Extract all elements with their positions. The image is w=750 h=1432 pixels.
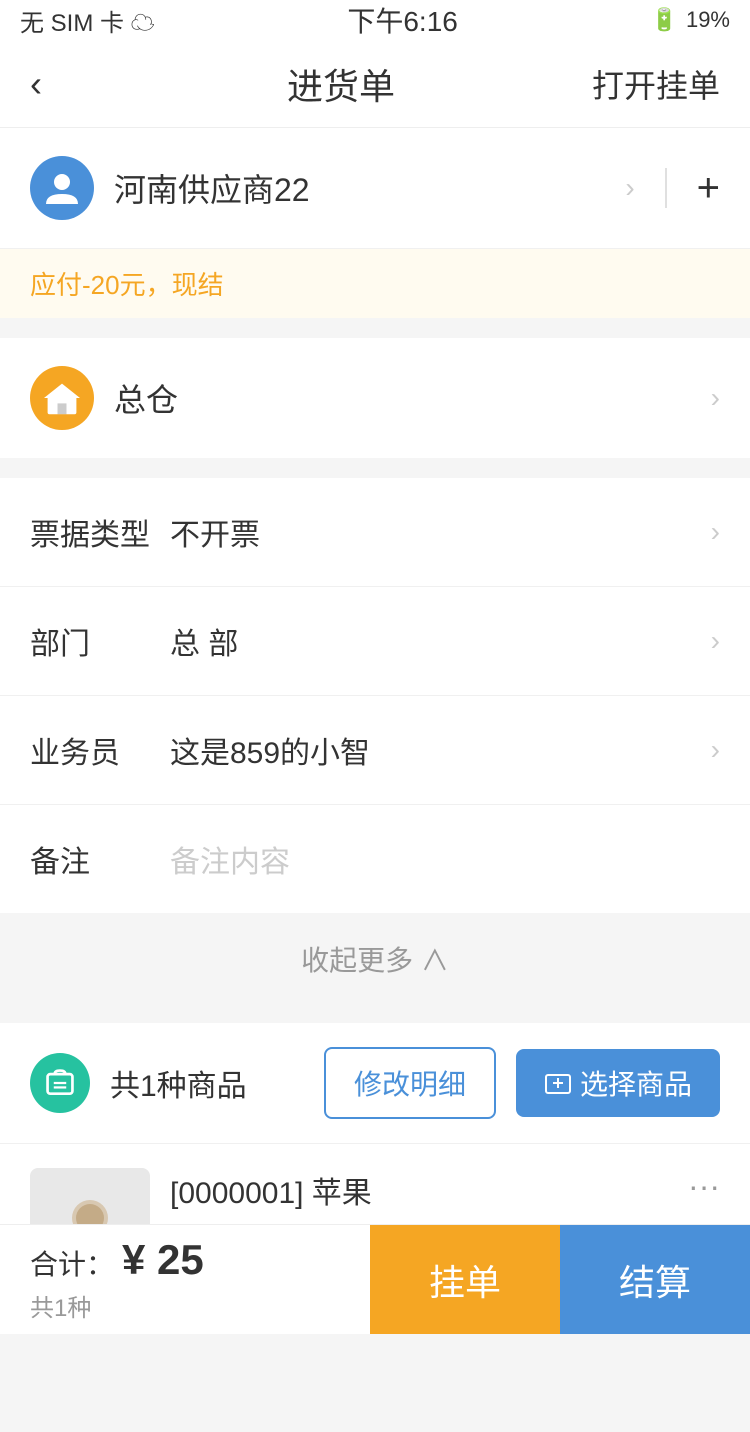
warehouse-arrow-icon: › (711, 382, 720, 414)
remark-row[interactable]: 备注 备注内容 (0, 805, 750, 913)
status-right: 🔋 19% (651, 7, 730, 33)
dept-label: 部门 (30, 619, 170, 663)
total-sub: 共1种 (30, 1288, 340, 1323)
bottom-bar: 合计： ¥ 25 共1种 挂单 结算 (0, 1224, 750, 1334)
dept-value: 总 部 (170, 619, 711, 663)
signal-text: 无 SIM 卡 ☁ (20, 3, 155, 38)
battery-icon: 🔋 (651, 7, 678, 33)
collapse-bar[interactable]: 收起更多 ∧ (0, 915, 750, 1003)
page-title: 进货单 (287, 58, 395, 110)
products-header: 共1种商品 修改明细 选择商品 (0, 1023, 750, 1143)
remark-label: 备注 (30, 837, 170, 881)
select-product-label: 选择商品 (580, 1063, 692, 1103)
sales-arrow-icon: › (711, 734, 720, 766)
add-supplier-button[interactable]: + (697, 166, 720, 211)
products-icon (30, 1053, 90, 1113)
products-count: 共1种商品 (110, 1061, 304, 1105)
sales-label: 业务员 (30, 728, 170, 772)
notice-text: 应付-20元，现结 (30, 270, 224, 300)
dept-arrow-icon: › (711, 625, 720, 657)
total-prefix: 合计： (30, 1243, 114, 1283)
status-bar: 无 SIM 卡 ☁ 下午6:16 🔋 19% (0, 0, 750, 40)
warehouse-icon (30, 366, 94, 430)
supplier-avatar (30, 156, 94, 220)
collapse-text: 收起更多 ∧ (301, 945, 449, 976)
warehouse-row[interactable]: 总仓 › (0, 338, 750, 458)
supplier-arrow-icon: › (625, 172, 634, 204)
invoice-value: 不开票 (170, 510, 711, 554)
total-section: 合计： ¥ 25 共1种 (0, 1225, 370, 1334)
status-left: 无 SIM 卡 ☁ (20, 3, 155, 38)
product-id: [0000001] (170, 1177, 312, 1210)
edit-detail-button[interactable]: 修改明细 (324, 1047, 496, 1119)
supplier-row[interactable]: 河南供应商22 › + (0, 128, 750, 249)
supplier-section: 河南供应商22 › + 应付-20元，现结 (0, 128, 750, 318)
status-time: 下午6:16 (347, 0, 458, 40)
battery-percent: 19% (686, 7, 730, 33)
nav-bar: ‹ 进货单 打开挂单 (0, 40, 750, 128)
form-section: 票据类型 不开票 › 部门 总 部 › 业务员 这是859的小智 › 备注 备注… (0, 478, 750, 913)
notice-bar: 应付-20元，现结 (0, 249, 750, 318)
hang-button[interactable]: 挂单 (370, 1225, 560, 1334)
remark-input[interactable]: 备注内容 (170, 837, 720, 881)
product-title: 苹果 (312, 1177, 372, 1210)
warehouse-name: 总仓 (114, 375, 711, 421)
dept-row[interactable]: 部门 总 部 › (0, 587, 750, 696)
total-amount: ¥ 25 (122, 1236, 204, 1284)
select-product-button[interactable]: 选择商品 (516, 1049, 720, 1117)
warehouse-section: 总仓 › (0, 338, 750, 458)
invoice-label: 票据类型 (30, 510, 170, 554)
invoice-arrow-icon: › (711, 516, 720, 548)
product-name: [0000001] 苹果 (170, 1168, 668, 1212)
checkout-button[interactable]: 结算 (560, 1225, 750, 1334)
supplier-name: 河南供应商22 (114, 165, 625, 211)
open-hang-button[interactable]: 打开挂单 (592, 61, 720, 107)
total-label: 合计： ¥ 25 (30, 1236, 340, 1284)
back-button[interactable]: ‹ (30, 63, 90, 105)
sales-row[interactable]: 业务员 这是859的小智 › (0, 696, 750, 805)
divider (665, 168, 667, 208)
invoice-row[interactable]: 票据类型 不开票 › (0, 478, 750, 587)
product-menu-button[interactable]: ··· (688, 1168, 720, 1205)
sales-value: 这是859的小智 (170, 728, 711, 772)
